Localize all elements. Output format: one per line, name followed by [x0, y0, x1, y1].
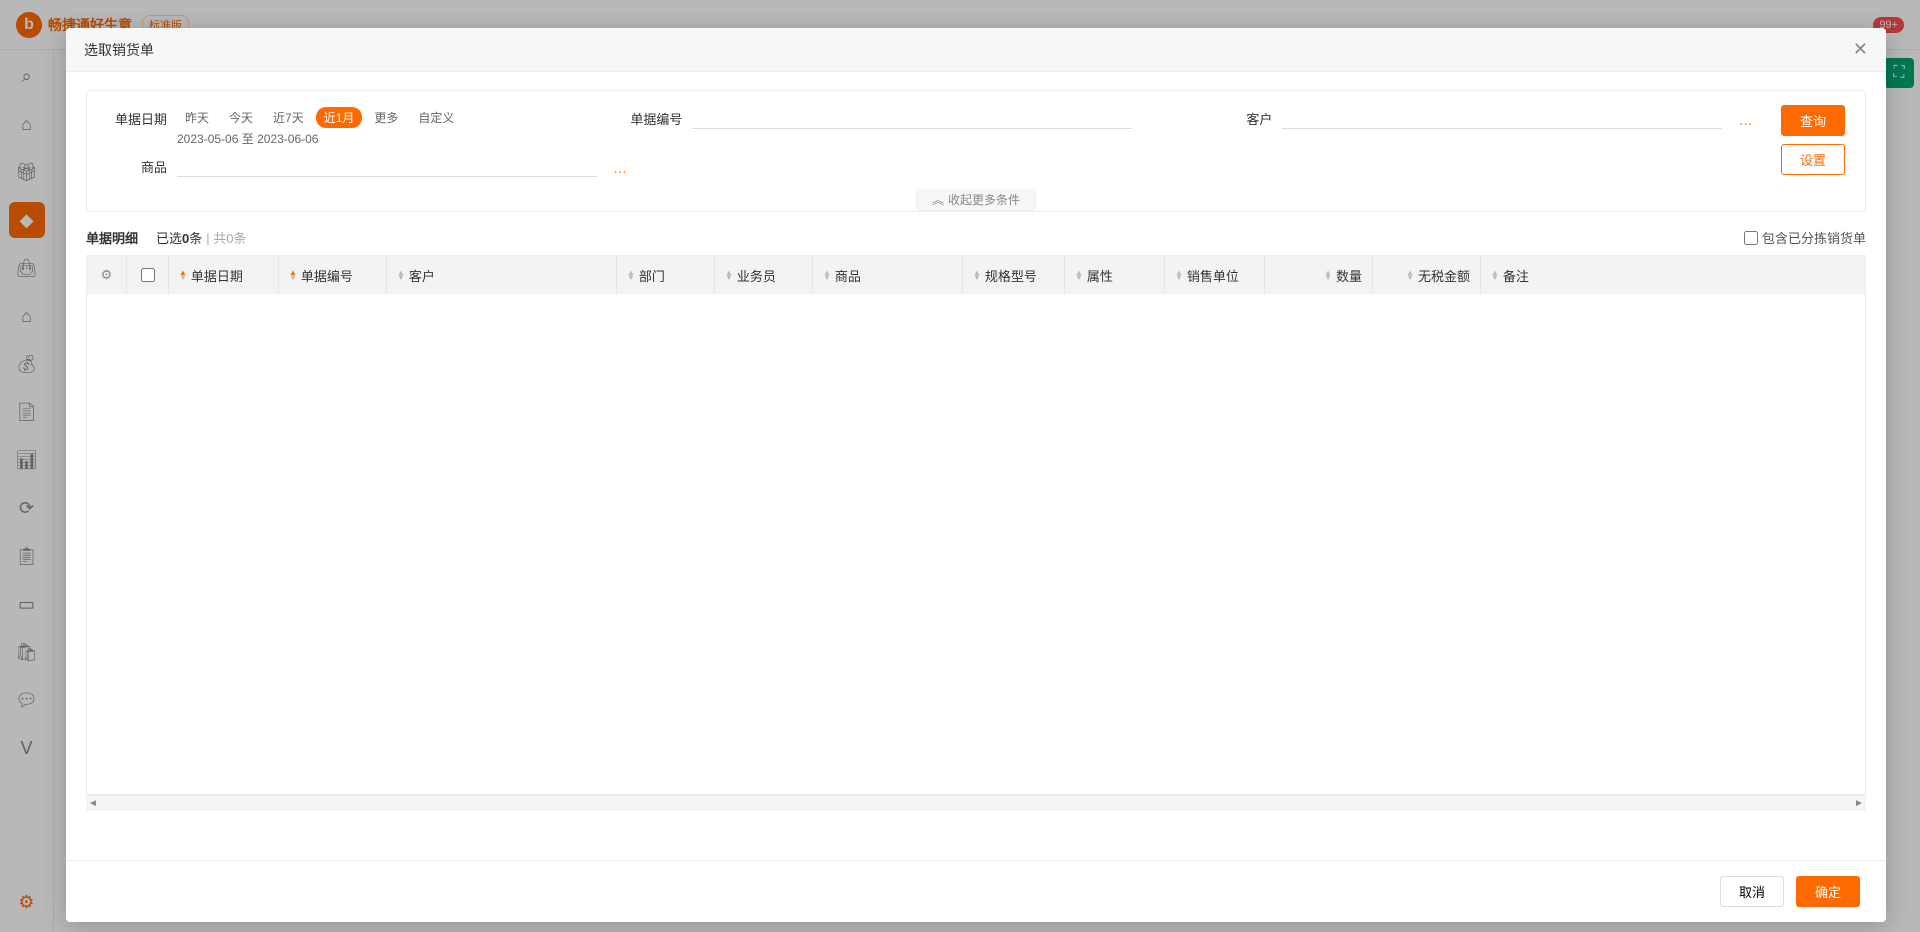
confirm-button[interactable]: 确定 — [1796, 876, 1860, 907]
sort-icon: ▲▼ — [179, 270, 187, 280]
include-split-checkbox[interactable]: 包含已分拣销货单 — [1744, 228, 1866, 247]
chevron-up-icon: ︽ — [932, 191, 944, 208]
pill-7days[interactable]: 近7天 — [265, 107, 312, 128]
filter-code-label: 单据编号 — [622, 107, 682, 133]
column-settings-icon[interactable]: ⚙ — [87, 256, 127, 294]
column-qty[interactable]: ▲▼数量 — [1265, 256, 1373, 294]
detail-title: 单据明细 — [86, 228, 138, 247]
sort-icon: ▲▼ — [1406, 270, 1414, 280]
collapse-label: 收起更多条件 — [948, 191, 1020, 208]
filter-code: 单据编号 — [622, 107, 1132, 147]
column-spec[interactable]: ▲▼规格型号 — [963, 256, 1065, 294]
column-date[interactable]: ▲▼单据日期 — [169, 256, 279, 294]
filter-product-label: 商品 — [133, 155, 167, 181]
select-all-checkbox[interactable] — [141, 268, 155, 282]
filter-panel: 单据日期 昨天 今天 近7天 近1月 更多 自定义 2023-05-06 至 — [86, 90, 1866, 212]
scroll-left-icon[interactable]: ◄ — [86, 798, 100, 809]
column-amount[interactable]: ▲▼无税金额 — [1373, 256, 1481, 294]
table-header: ⚙ ▲▼单据日期 ▲▼单据编号 ▲▼客户 ▲▼部门 ▲▼业务员 ▲▼商品 ▲▼规… — [87, 256, 1865, 294]
sort-icon: ▲▼ — [1075, 270, 1083, 280]
sort-icon: ▲▼ — [397, 270, 405, 280]
sort-icon: ▲▼ — [1175, 270, 1183, 280]
modal-footer: 取消 确定 — [66, 860, 1886, 922]
product-picker-icon[interactable]: … — [613, 155, 627, 181]
select-sales-order-modal: 选取销货单 ✕ 单据日期 昨天 今天 近7天 近1月 更多 自定义 — [66, 28, 1886, 922]
product-input[interactable] — [177, 155, 597, 177]
date-from: 2023-05-06 — [177, 132, 238, 146]
date-pills: 昨天 今天 近7天 近1月 更多 自定义 — [177, 107, 462, 128]
pill-custom[interactable]: 自定义 — [410, 107, 462, 128]
sort-icon: ▲▼ — [289, 270, 297, 280]
customer-input[interactable] — [1282, 107, 1722, 129]
filter-date: 单据日期 昨天 今天 近7天 近1月 更多 自定义 2023-05-06 至 — [107, 107, 462, 147]
column-biz[interactable]: ▲▼业务员 — [715, 256, 813, 294]
filter-product: 商品 … — [133, 155, 627, 181]
pill-more[interactable]: 更多 — [366, 107, 406, 128]
filter-customer-label: 客户 — [1212, 107, 1272, 133]
settings-button[interactable]: 设置 — [1781, 144, 1845, 175]
code-input[interactable] — [692, 107, 1132, 129]
detail-header: 单据明细 已选0条 | 共0条 包含已分拣销货单 — [86, 228, 1866, 247]
include-split-input[interactable] — [1744, 231, 1758, 245]
date-range: 2023-05-06 至 2023-06-06 — [177, 130, 462, 147]
table-horizontal-scrollbar[interactable]: ◄ ► — [86, 795, 1866, 811]
selected-count: 已选0条 — [156, 228, 202, 247]
sort-icon: ▲▼ — [627, 270, 635, 280]
column-note[interactable]: ▲▼备注 — [1481, 256, 1865, 294]
filter-customer: 客户 … — [1212, 107, 1752, 147]
date-to: 2023-06-06 — [257, 132, 318, 146]
modal-title: 选取销货单 — [84, 40, 154, 60]
pill-yesterday[interactable]: 昨天 — [177, 107, 217, 128]
column-code[interactable]: ▲▼单据编号 — [279, 256, 387, 294]
collapse-conditions[interactable]: ︽ 收起更多条件 — [916, 189, 1036, 211]
column-dept[interactable]: ▲▼部门 — [617, 256, 715, 294]
sort-icon: ▲▼ — [823, 270, 831, 280]
column-product[interactable]: ▲▼商品 — [813, 256, 963, 294]
scroll-right-icon[interactable]: ► — [1852, 798, 1866, 809]
include-split-label: 包含已分拣销货单 — [1762, 228, 1866, 247]
filter-date-label: 单据日期 — [107, 107, 167, 133]
modal-body: 单据日期 昨天 今天 近7天 近1月 更多 自定义 2023-05-06 至 — [66, 72, 1886, 860]
cancel-button[interactable]: 取消 — [1720, 876, 1784, 907]
sort-icon: ▲▼ — [725, 270, 733, 280]
column-attr[interactable]: ▲▼属性 — [1065, 256, 1165, 294]
filter-actions: 查询 设置 — [1781, 105, 1845, 175]
total-count: | 共0条 — [206, 228, 246, 247]
column-select-all[interactable] — [127, 256, 169, 294]
sort-icon: ▲▼ — [1491, 270, 1499, 280]
sort-icon: ▲▼ — [1324, 270, 1332, 280]
close-icon[interactable]: ✕ — [1853, 39, 1868, 60]
sort-icon: ▲▼ — [973, 270, 981, 280]
date-sep: 至 — [242, 132, 254, 146]
detail-table: ⚙ ▲▼单据日期 ▲▼单据编号 ▲▼客户 ▲▼部门 ▲▼业务员 ▲▼商品 ▲▼规… — [86, 255, 1866, 795]
pill-1month[interactable]: 近1月 — [316, 107, 363, 128]
customer-picker-icon[interactable]: … — [1738, 107, 1752, 133]
column-unit[interactable]: ▲▼销售单位 — [1165, 256, 1265, 294]
pill-today[interactable]: 今天 — [221, 107, 261, 128]
search-button[interactable]: 查询 — [1781, 105, 1845, 136]
column-customer[interactable]: ▲▼客户 — [387, 256, 617, 294]
modal-header: 选取销货单 ✕ — [66, 28, 1886, 72]
